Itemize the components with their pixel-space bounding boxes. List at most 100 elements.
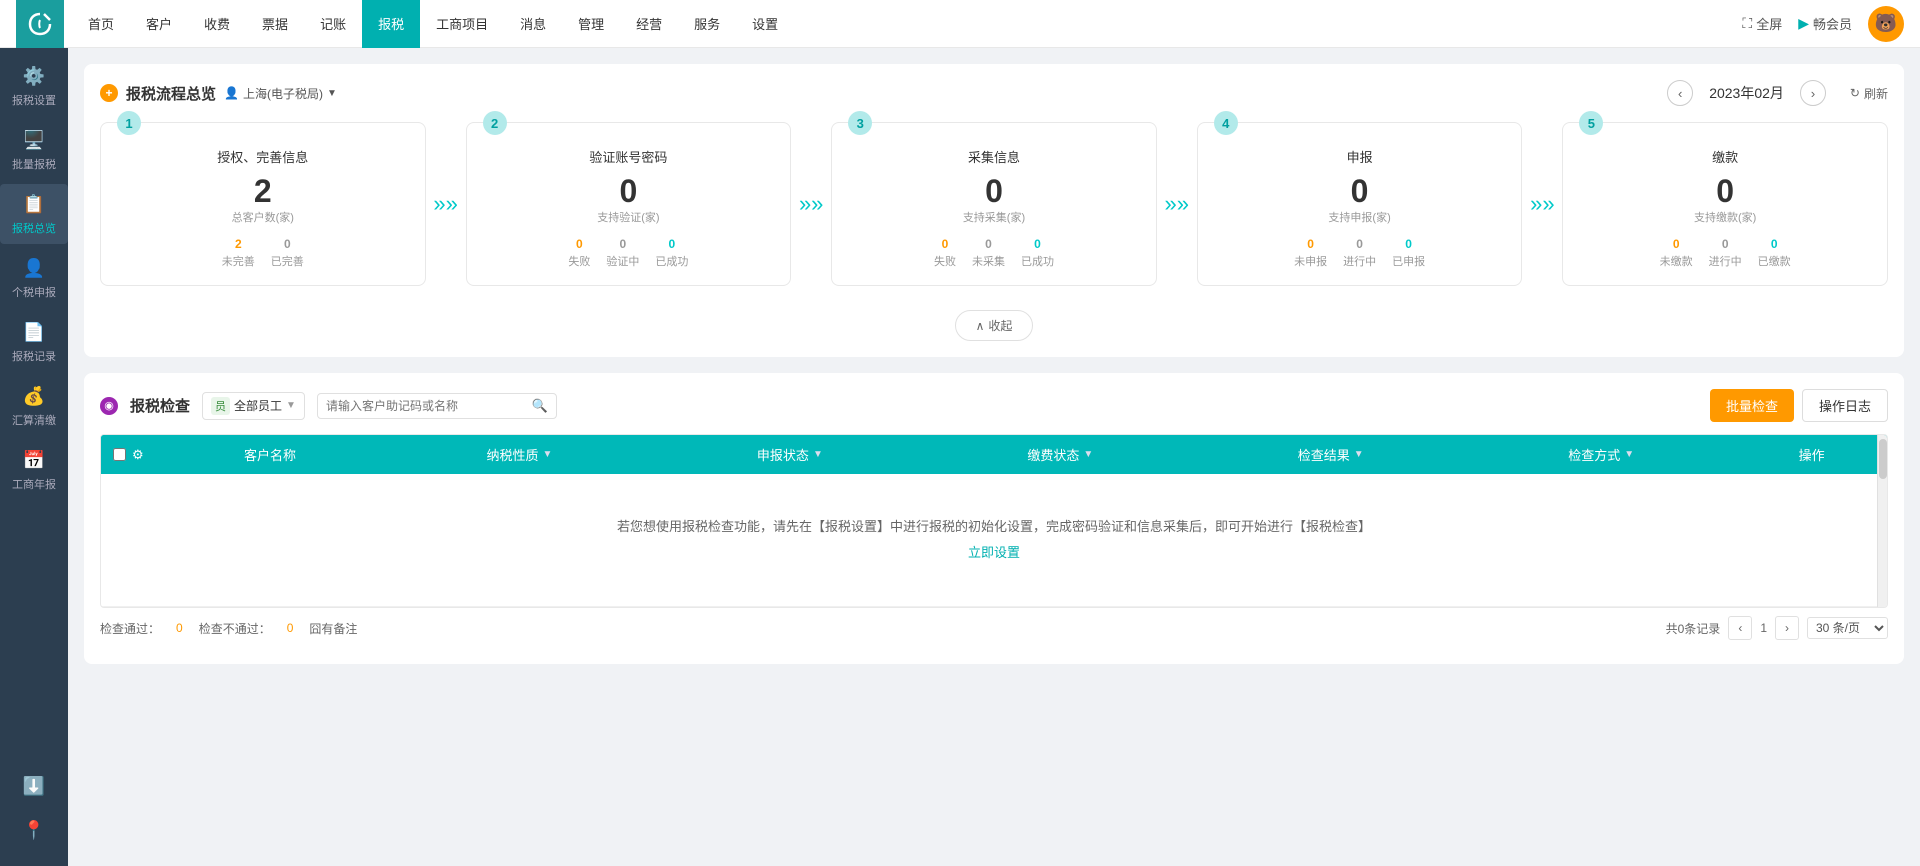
filter-icon-4[interactable]: ▼ bbox=[1354, 449, 1364, 460]
next-month-button[interactable]: › bbox=[1800, 80, 1826, 106]
step-1-val-0: 2 bbox=[235, 237, 242, 251]
search-input[interactable] bbox=[326, 399, 532, 413]
sidebar-item-annual-report[interactable]: 📅 工商年报 bbox=[0, 440, 68, 500]
tax-check-card: ◉ 报税检查 员 全部员工 ▼ 🔍 批量检查 操作日志 bbox=[84, 373, 1904, 664]
location-tag[interactable]: 👤 上海(电子税局) ▼ bbox=[224, 85, 337, 102]
batch-check-button[interactable]: 批量检查 bbox=[1710, 389, 1794, 422]
next-page-button[interactable]: › bbox=[1775, 616, 1799, 640]
check-title: 报税检查 bbox=[130, 395, 190, 416]
sidebar-item-personal-tax[interactable]: 👤 个税申报 bbox=[0, 248, 68, 308]
step-5-val-1: 0 bbox=[1722, 237, 1729, 251]
nav-fee[interactable]: 收费 bbox=[188, 0, 246, 48]
setup-link[interactable]: 立即设置 bbox=[968, 545, 1020, 560]
nav-business[interactable]: 工商项目 bbox=[420, 0, 504, 48]
step-2-val-0: 0 bbox=[576, 237, 583, 251]
step-4-detail-2: 0 已申报 bbox=[1392, 237, 1425, 269]
step-4-val-1: 0 bbox=[1356, 237, 1363, 251]
main-layout: ⚙️ 报税设置 🖥️ 批量报税 📋 报税总览 👤 个税申报 📄 报税记录 💰 汇… bbox=[0, 48, 1920, 866]
step-4-label-0: 未申报 bbox=[1294, 253, 1327, 269]
sidebar-item-location[interactable]: 📍 bbox=[0, 810, 68, 850]
mascot-avatar[interactable]: 🐻 bbox=[1868, 6, 1904, 42]
settlement-icon: 💰 bbox=[22, 384, 46, 408]
employee-filter-badge: 员 bbox=[211, 397, 230, 415]
step-2-detail-1: 0 验证中 bbox=[606, 237, 639, 269]
nav-invoice[interactable]: 票据 bbox=[246, 0, 304, 48]
step-2-title: 验证账号密码 bbox=[589, 147, 667, 166]
annual-report-icon: 📅 bbox=[22, 448, 46, 472]
step-5-title: 缴款 bbox=[1712, 147, 1738, 166]
nav-home[interactable]: 首页 bbox=[72, 0, 130, 48]
nav-items: 首页 客户 收费 票据 记账 报税 工商项目 消息 管理 经营 服务 设置 bbox=[64, 0, 1742, 48]
process-step-4: 4 申报 0 支持申报(家) 0 未申报 0 进行中 bbox=[1197, 122, 1523, 286]
filter-icon-3[interactable]: ▼ bbox=[1083, 449, 1093, 460]
download-icon: ⬇️ bbox=[22, 774, 46, 798]
nav-manage[interactable]: 管理 bbox=[562, 0, 620, 48]
sidebar: ⚙️ 报税设置 🖥️ 批量报税 📋 报税总览 👤 个税申报 📄 报税记录 💰 汇… bbox=[0, 48, 68, 866]
step-4-title: 申报 bbox=[1347, 147, 1373, 166]
pass-label: 检查通过： bbox=[100, 620, 160, 637]
step-1-detail-0: 2 未完善 bbox=[222, 237, 255, 269]
first-page-button[interactable]: ‹ bbox=[1728, 616, 1752, 640]
step-5-count: 0 bbox=[1716, 174, 1734, 209]
check-table: ⚙ 客户名称 纳税性质 ▼ bbox=[101, 435, 1887, 607]
sidebar-item-tax-record[interactable]: 📄 报税记录 bbox=[0, 312, 68, 372]
fail-label: 检查不通过： bbox=[199, 620, 271, 637]
nav-settings[interactable]: 设置 bbox=[736, 0, 794, 48]
nav-accounting[interactable]: 记账 bbox=[304, 0, 362, 48]
refresh-button[interactable]: ↻ 刷新 bbox=[1850, 85, 1888, 102]
th-check-method: 检查方式 ▼ bbox=[1466, 435, 1736, 474]
employee-filter[interactable]: 员 全部员工 ▼ bbox=[202, 392, 305, 420]
step-1-details: 2 未完善 0 已完善 bbox=[222, 237, 304, 269]
th-customer-name: 客户名称 bbox=[156, 435, 385, 474]
step-5-detail-1: 0 进行中 bbox=[1709, 237, 1742, 269]
filter-icon-5[interactable]: ▼ bbox=[1624, 449, 1634, 460]
collapse-button[interactable]: ∧ 收起 bbox=[955, 310, 1034, 341]
fullscreen-button[interactable]: ⛶ 全屏 bbox=[1742, 14, 1782, 33]
arrow-1: »» bbox=[426, 122, 466, 286]
table-footer: 检查通过： 0 检查不通过： 0 囧有备注 共0条记录 ‹ 1 › 30 条/页… bbox=[100, 608, 1888, 648]
refresh-icon: ↻ bbox=[1850, 86, 1860, 100]
select-all-checkbox[interactable] bbox=[113, 448, 126, 461]
sidebar-item-tax-settings[interactable]: ⚙️ 报税设置 bbox=[0, 56, 68, 116]
pagination: 共0条记录 ‹ 1 › 30 条/页50 条/页100 条/页 bbox=[1666, 616, 1888, 640]
sidebar-item-batch-tax[interactable]: 🖥️ 批量报税 bbox=[0, 120, 68, 180]
nav-message[interactable]: 消息 bbox=[504, 0, 562, 48]
gear-icon[interactable]: ⚙ bbox=[132, 447, 144, 463]
step-1-label-1: 已完善 bbox=[271, 253, 304, 269]
prev-month-button[interactable]: ‹ bbox=[1667, 80, 1693, 106]
per-page-select[interactable]: 30 条/页50 条/页100 条/页 bbox=[1807, 617, 1888, 639]
nav-service[interactable]: 服务 bbox=[678, 0, 736, 48]
vip-button[interactable]: ▶ 畅会员 bbox=[1798, 14, 1852, 33]
month-nav: ‹ 2023年02月 › bbox=[1667, 80, 1826, 106]
step-2-details: 0 失败 0 验证中 0 已成功 bbox=[568, 237, 688, 269]
th-operation: 操作 bbox=[1736, 435, 1887, 474]
step-2-label-2: 已成功 bbox=[655, 253, 688, 269]
search-icon[interactable]: 🔍 bbox=[532, 398, 548, 414]
remark-label: 囧有备注 bbox=[309, 620, 357, 637]
step-3-label-0: 失败 bbox=[934, 253, 956, 269]
search-box: 🔍 bbox=[317, 393, 557, 419]
step-5-subtitle: 支持缴款(家) bbox=[1694, 209, 1756, 225]
nav-operation[interactable]: 经营 bbox=[620, 0, 678, 48]
filter-icon-2[interactable]: ▼ bbox=[813, 449, 823, 460]
nav-client[interactable]: 客户 bbox=[130, 0, 188, 48]
nav-right: ⛶ 全屏 ▶ 畅会员 🐻 bbox=[1742, 6, 1904, 42]
process-title: 报税流程总览 bbox=[126, 83, 216, 104]
step-4-subtitle: 支持申报(家) bbox=[1328, 209, 1390, 225]
sidebar-item-settlement[interactable]: 💰 汇算清缴 bbox=[0, 376, 68, 436]
current-page: 1 bbox=[1760, 621, 1767, 635]
fail-value[interactable]: 0 bbox=[287, 621, 294, 635]
nav-tax[interactable]: 报税 bbox=[362, 0, 420, 48]
operation-log-button[interactable]: 操作日志 bbox=[1802, 389, 1888, 422]
filter-icon-1[interactable]: ▼ bbox=[543, 449, 553, 460]
sidebar-item-tax-overview[interactable]: 📋 报税总览 bbox=[0, 184, 68, 244]
process-step-5: 5 缴款 0 支持缴款(家) 0 未缴款 0 进行中 bbox=[1562, 122, 1888, 286]
sidebar-bottom: ⬇️ 📍 bbox=[0, 766, 68, 866]
tax-settings-icon: ⚙️ bbox=[22, 64, 46, 88]
pass-value[interactable]: 0 bbox=[176, 621, 183, 635]
th-pay-status: 缴费状态 ▼ bbox=[925, 435, 1195, 474]
step-3-detail-0: 0 失败 bbox=[934, 237, 956, 269]
sidebar-item-download[interactable]: ⬇️ bbox=[0, 766, 68, 806]
process-overview-header: + 报税流程总览 👤 上海(电子税局) ▼ ‹ 2023年02月 › ↻ 刷新 bbox=[100, 80, 1888, 106]
step-2-label-1: 验证中 bbox=[606, 253, 639, 269]
